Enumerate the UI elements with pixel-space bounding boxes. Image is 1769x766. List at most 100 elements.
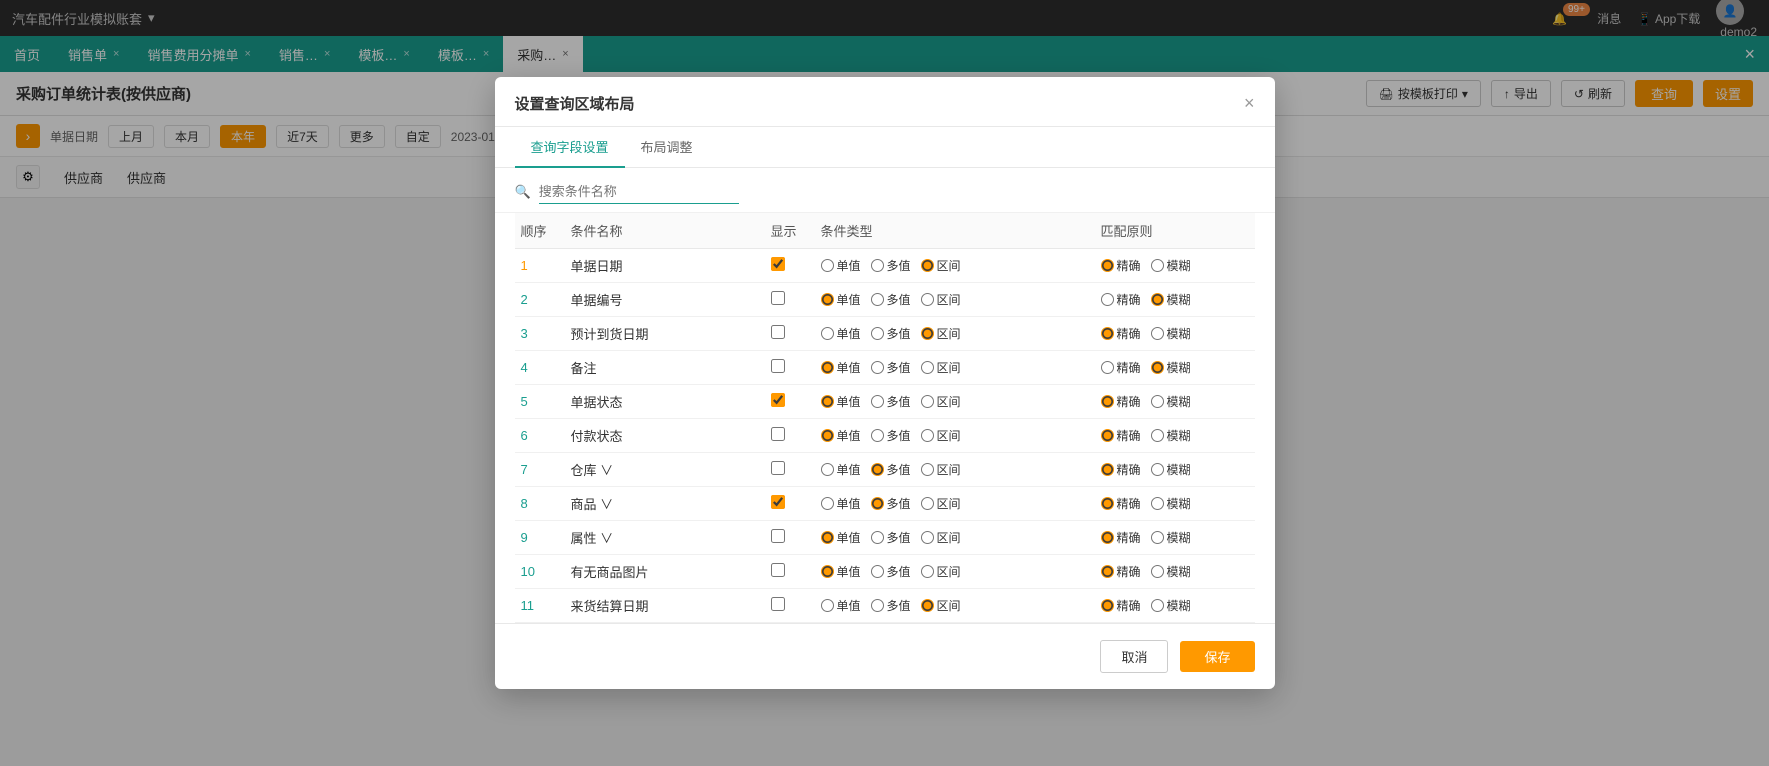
tab-layout-adjust[interactable]: 布局调整 [625,127,709,168]
type-option-多值[interactable]: 多值 [871,597,911,614]
match-radio-模糊[interactable] [1151,429,1164,442]
type-option-区间[interactable]: 区间 [921,257,961,274]
cancel-button[interactable]: 取消 [1100,640,1168,673]
type-radio-单值[interactable] [821,293,834,306]
match-radio-模糊[interactable] [1151,395,1164,408]
type-option-多值[interactable]: 多值 [871,359,911,376]
type-option-单值[interactable]: 单值 [821,291,861,308]
show-checkbox[interactable] [771,291,785,305]
match-option-模糊[interactable]: 模糊 [1151,495,1191,512]
type-radio-区间[interactable] [921,429,934,442]
match-option-模糊[interactable]: 模糊 [1151,257,1191,274]
type-option-单值[interactable]: 单值 [821,393,861,410]
match-radio-模糊[interactable] [1151,599,1164,612]
type-option-多值[interactable]: 多值 [871,257,911,274]
match-option-精确[interactable]: 精确 [1101,257,1141,274]
show-checkbox[interactable] [771,393,785,407]
type-option-多值[interactable]: 多值 [871,291,911,308]
type-option-多值[interactable]: 多值 [871,563,911,580]
type-radio-多值[interactable] [871,463,884,476]
match-radio-模糊[interactable] [1151,361,1164,374]
match-radio-精确[interactable] [1101,429,1114,442]
type-radio-单值[interactable] [821,395,834,408]
type-option-区间[interactable]: 区间 [921,393,961,410]
match-radio-精确[interactable] [1101,361,1114,374]
match-option-精确[interactable]: 精确 [1101,291,1141,308]
type-radio-区间[interactable] [921,293,934,306]
match-radio-精确[interactable] [1101,531,1114,544]
type-radio-多值[interactable] [871,361,884,374]
type-option-区间[interactable]: 区间 [921,461,961,478]
type-radio-区间[interactable] [921,463,934,476]
type-radio-区间[interactable] [921,395,934,408]
type-option-单值[interactable]: 单值 [821,427,861,444]
type-option-单值[interactable]: 单值 [821,359,861,376]
match-radio-模糊[interactable] [1151,497,1164,510]
match-radio-精确[interactable] [1101,463,1114,476]
match-option-精确[interactable]: 精确 [1101,495,1141,512]
match-option-模糊[interactable]: 模糊 [1151,325,1191,342]
type-option-区间[interactable]: 区间 [921,529,961,546]
type-option-区间[interactable]: 区间 [921,359,961,376]
type-radio-单值[interactable] [821,429,834,442]
type-radio-多值[interactable] [871,259,884,272]
type-radio-多值[interactable] [871,599,884,612]
match-option-精确[interactable]: 精确 [1101,461,1141,478]
show-checkbox[interactable] [771,325,785,339]
match-option-模糊[interactable]: 模糊 [1151,359,1191,376]
type-option-单值[interactable]: 单值 [821,257,861,274]
type-option-单值[interactable]: 单值 [821,563,861,580]
type-radio-多值[interactable] [871,429,884,442]
type-option-单值[interactable]: 单值 [821,597,861,614]
type-radio-区间[interactable] [921,599,934,612]
show-checkbox[interactable] [771,495,785,509]
type-radio-单值[interactable] [821,259,834,272]
type-radio-区间[interactable] [921,327,934,340]
match-option-模糊[interactable]: 模糊 [1151,597,1191,614]
match-radio-精确[interactable] [1101,293,1114,306]
type-option-区间[interactable]: 区间 [921,427,961,444]
match-radio-模糊[interactable] [1151,293,1164,306]
show-checkbox[interactable] [771,257,785,271]
type-radio-多值[interactable] [871,327,884,340]
match-radio-模糊[interactable] [1151,259,1164,272]
match-radio-精确[interactable] [1101,395,1114,408]
type-radio-多值[interactable] [871,293,884,306]
type-radio-单值[interactable] [821,497,834,510]
match-radio-精确[interactable] [1101,259,1114,272]
type-option-多值[interactable]: 多值 [871,529,911,546]
match-option-模糊[interactable]: 模糊 [1151,563,1191,580]
type-option-单值[interactable]: 单值 [821,325,861,342]
match-radio-模糊[interactable] [1151,327,1164,340]
show-checkbox[interactable] [771,359,785,373]
type-option-单值[interactable]: 单值 [821,529,861,546]
type-option-区间[interactable]: 区间 [921,495,961,512]
match-option-精确[interactable]: 精确 [1101,393,1141,410]
match-option-精确[interactable]: 精确 [1101,529,1141,546]
type-option-多值[interactable]: 多值 [871,461,911,478]
search-input[interactable] [539,180,739,204]
match-radio-模糊[interactable] [1151,531,1164,544]
match-option-精确[interactable]: 精确 [1101,597,1141,614]
match-option-精确[interactable]: 精确 [1101,563,1141,580]
match-option-模糊[interactable]: 模糊 [1151,461,1191,478]
type-option-多值[interactable]: 多值 [871,325,911,342]
match-option-模糊[interactable]: 模糊 [1151,427,1191,444]
type-option-多值[interactable]: 多值 [871,393,911,410]
type-option-单值[interactable]: 单值 [821,495,861,512]
type-radio-单值[interactable] [821,599,834,612]
type-radio-区间[interactable] [921,531,934,544]
show-checkbox[interactable] [771,597,785,611]
match-radio-模糊[interactable] [1151,463,1164,476]
match-option-模糊[interactable]: 模糊 [1151,291,1191,308]
match-radio-精确[interactable] [1101,565,1114,578]
match-option-精确[interactable]: 精确 [1101,359,1141,376]
save-button[interactable]: 保存 [1180,641,1254,672]
type-option-单值[interactable]: 单值 [821,461,861,478]
type-radio-单值[interactable] [821,463,834,476]
type-option-区间[interactable]: 区间 [921,325,961,342]
show-checkbox[interactable] [771,563,785,577]
type-radio-单值[interactable] [821,327,834,340]
type-option-区间[interactable]: 区间 [921,563,961,580]
match-radio-精确[interactable] [1101,497,1114,510]
